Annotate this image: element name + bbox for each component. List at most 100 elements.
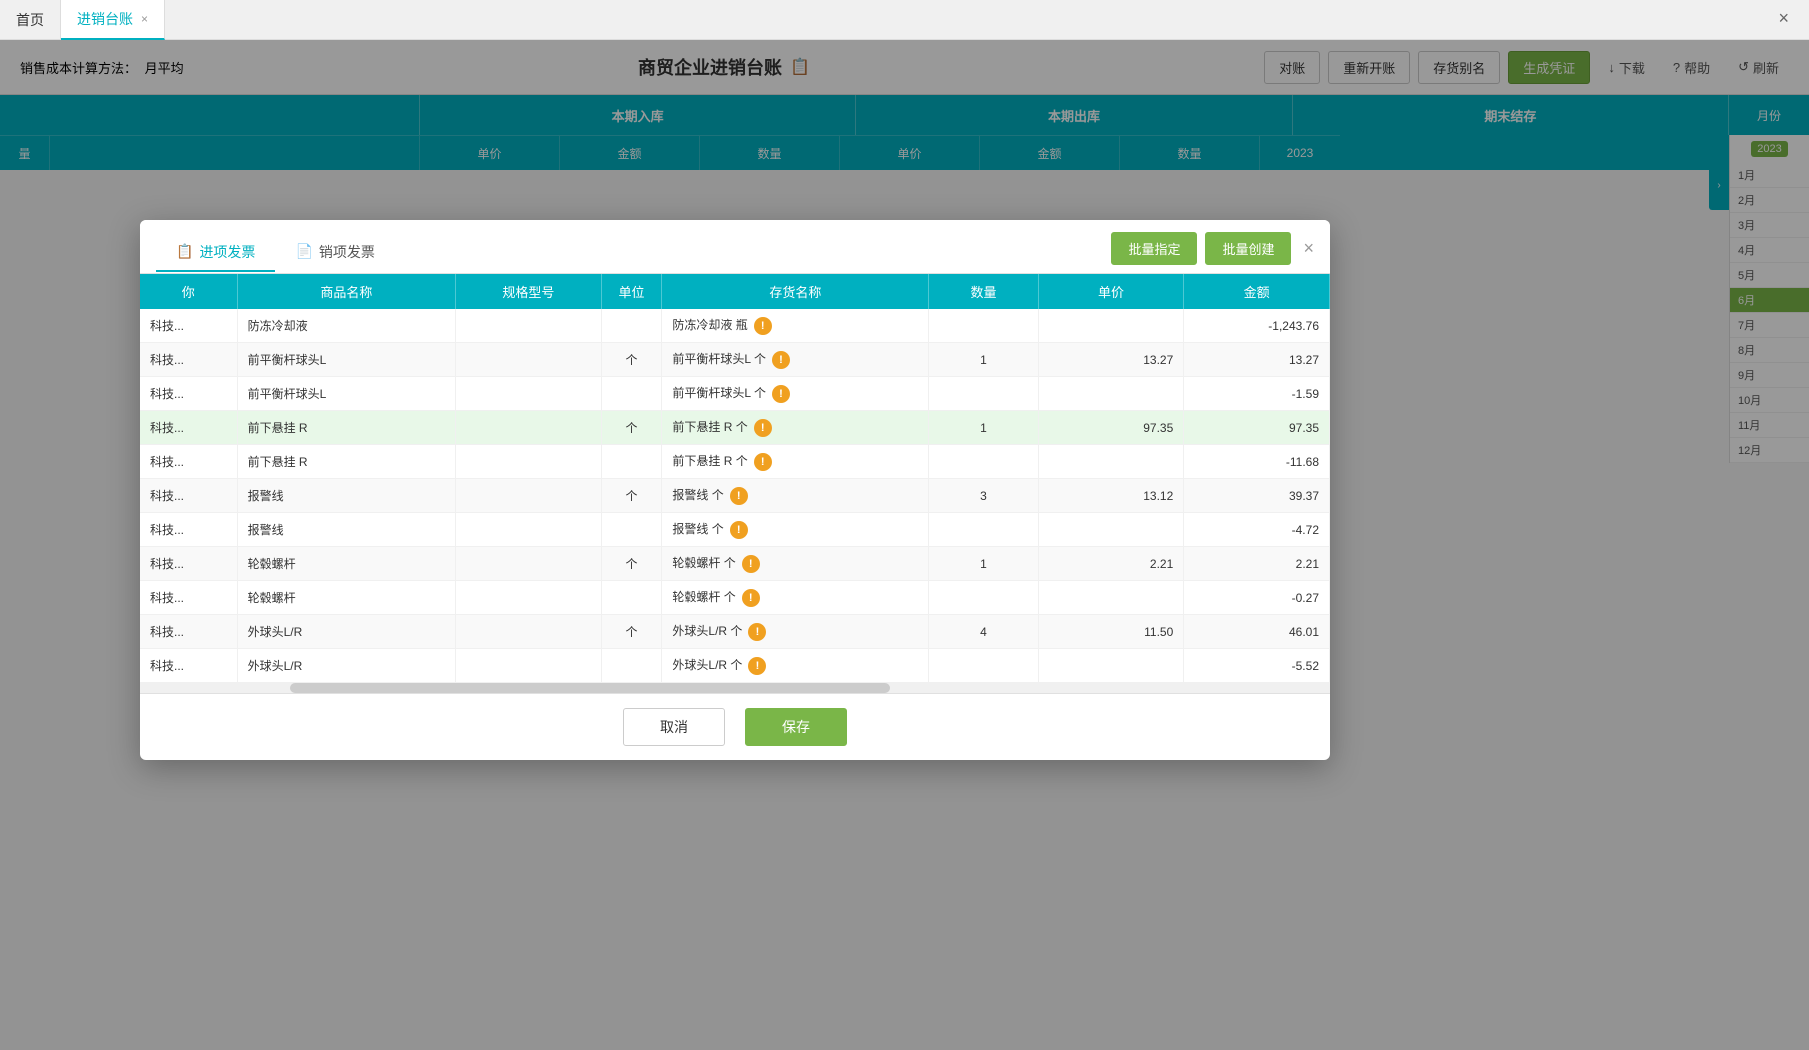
table-cell bbox=[456, 343, 602, 377]
table-cell: 科技... bbox=[140, 513, 237, 547]
table-cell bbox=[601, 377, 662, 411]
table-cell: 2.21 bbox=[1184, 547, 1330, 581]
table-row[interactable]: 科技...轮毂螺杆个轮毂螺杆 个!12.212.21 bbox=[140, 547, 1330, 581]
table-cell: 防冻冷却液 瓶! bbox=[662, 309, 929, 343]
table-cell: 外球头L/R bbox=[237, 615, 455, 649]
table-cell: 个 bbox=[601, 615, 662, 649]
table-cell: 轮毂螺杆 个! bbox=[662, 581, 929, 615]
table-row[interactable]: 科技...前下悬挂 R个前下悬挂 R 个!197.3597.35 bbox=[140, 411, 1330, 445]
tab-ledger[interactable]: 进销台账 × bbox=[61, 0, 165, 40]
warning-icon: ! bbox=[772, 351, 790, 369]
table-row[interactable]: 科技...报警线 报警线 个! -4.72 bbox=[140, 513, 1330, 547]
table-cell: 个 bbox=[601, 547, 662, 581]
dialog-header: 📋 进项发票 📄 销项发票 批量指定 批量创建 × bbox=[140, 220, 1330, 274]
table-row[interactable]: 科技...外球头L/R外球头L/R 个!-5.52 bbox=[140, 649, 1330, 683]
warning-icon: ! bbox=[730, 487, 748, 505]
table-cell: 外球头L/R 个! bbox=[662, 615, 929, 649]
table-cell bbox=[929, 649, 1038, 683]
table-cell: -5.52 bbox=[1184, 649, 1330, 683]
warning-icon: ! bbox=[742, 555, 760, 573]
table-cell: 13.27 bbox=[1038, 343, 1184, 377]
table-cell bbox=[456, 547, 602, 581]
table-row[interactable]: 科技...前平衡杆球头L前平衡杆球头L 个!-1.59 bbox=[140, 377, 1330, 411]
table-cell bbox=[929, 377, 1038, 411]
col-header-product-name: 商品名称 bbox=[237, 274, 455, 309]
table-cell: 报警线 bbox=[237, 513, 455, 547]
tab-ledger-label: 进销台账 bbox=[77, 9, 133, 29]
col-header-amount: 金额 bbox=[1184, 274, 1330, 309]
dialog-close-icon[interactable]: × bbox=[1303, 238, 1314, 267]
dialog-scroll-area[interactable]: 你 商品名称 规格型号 单位 存货名称 数量 单价 金额 科技...防冻冷却液防… bbox=[140, 274, 1330, 683]
table-cell bbox=[456, 309, 602, 343]
table-cell: 科技... bbox=[140, 377, 237, 411]
table-cell: 科技... bbox=[140, 649, 237, 683]
dialog-tabs: 📋 进项发票 📄 销项发票 bbox=[156, 234, 395, 272]
table-row[interactable]: 科技...前平衡杆球头L个前平衡杆球头L 个!113.2713.27 bbox=[140, 343, 1330, 377]
table-row[interactable]: 科技...前下悬挂 R前下悬挂 R 个!-11.68 bbox=[140, 445, 1330, 479]
table-cell: 前下悬挂 R 个! bbox=[662, 445, 929, 479]
tab-home[interactable]: 首页 bbox=[0, 0, 61, 40]
table-cell bbox=[1038, 377, 1184, 411]
table-cell: 个 bbox=[601, 479, 662, 513]
table-row[interactable]: 科技...外球头L/R个外球头L/R 个!411.5046.01 bbox=[140, 615, 1330, 649]
table-cell: 防冻冷却液 bbox=[237, 309, 455, 343]
table-cell: 科技... bbox=[140, 615, 237, 649]
table-cell bbox=[1038, 445, 1184, 479]
dialog-footer: 取消 保存 bbox=[140, 693, 1330, 760]
table-cell: 科技... bbox=[140, 547, 237, 581]
warning-icon: ! bbox=[772, 385, 790, 403]
table-cell: 97.35 bbox=[1038, 411, 1184, 445]
table-cell: 报警线 bbox=[237, 479, 455, 513]
table-cell: 科技... bbox=[140, 343, 237, 377]
col-header-spec: 规格型号 bbox=[456, 274, 602, 309]
col-header-inventory: 存货名称 bbox=[662, 274, 929, 309]
scrollbar-thumb[interactable] bbox=[290, 683, 890, 693]
table-row[interactable]: 科技...防冻冷却液 防冻冷却液 瓶! -1,243.76 bbox=[140, 309, 1330, 343]
table-cell bbox=[601, 649, 662, 683]
table-cell bbox=[929, 445, 1038, 479]
table-cell: 前平衡杆球头L 个! bbox=[662, 343, 929, 377]
table-row[interactable]: 科技...报警线个报警线 个!313.1239.37 bbox=[140, 479, 1330, 513]
table-cell: -1,243.76 bbox=[1184, 309, 1330, 343]
dialog-header-buttons: 批量指定 批量创建 bbox=[1111, 232, 1291, 273]
table-cell: -1.59 bbox=[1184, 377, 1330, 411]
col-header-you: 你 bbox=[140, 274, 237, 309]
table-cell: 39.37 bbox=[1184, 479, 1330, 513]
table-cell: 前平衡杆球头L 个! bbox=[662, 377, 929, 411]
save-button[interactable]: 保存 bbox=[745, 708, 847, 746]
tab-output-invoice[interactable]: 📄 销项发票 bbox=[275, 234, 394, 272]
table-cell: 97.35 bbox=[1184, 411, 1330, 445]
table-cell bbox=[1038, 581, 1184, 615]
table-cell: -11.68 bbox=[1184, 445, 1330, 479]
horizontal-scrollbar[interactable] bbox=[140, 683, 1330, 693]
table-cell: 科技... bbox=[140, 479, 237, 513]
dialog: 📋 进项发票 📄 销项发票 批量指定 批量创建 × 你 商品名 bbox=[140, 220, 1330, 760]
table-cell: -4.72 bbox=[1184, 513, 1330, 547]
batch-create-button[interactable]: 批量创建 bbox=[1205, 232, 1291, 265]
tab-input-invoice[interactable]: 📋 进项发票 bbox=[156, 234, 275, 272]
table-cell: 报警线 个! bbox=[662, 513, 929, 547]
warning-icon: ! bbox=[742, 589, 760, 607]
table-cell bbox=[601, 309, 662, 343]
table-cell bbox=[456, 649, 602, 683]
window-close-icon[interactable]: × bbox=[1778, 8, 1789, 29]
warning-icon: ! bbox=[730, 521, 748, 539]
invoice-table: 你 商品名称 规格型号 单位 存货名称 数量 单价 金额 科技...防冻冷却液防… bbox=[140, 274, 1330, 683]
table-cell bbox=[456, 411, 602, 445]
tab-bar: 首页 进销台账 × × bbox=[0, 0, 1809, 40]
col-header-price: 单价 bbox=[1038, 274, 1184, 309]
table-cell: 科技... bbox=[140, 309, 237, 343]
table-row[interactable]: 科技...轮毂螺杆轮毂螺杆 个!-0.27 bbox=[140, 581, 1330, 615]
table-cell: 外球头L/R bbox=[237, 649, 455, 683]
cancel-button[interactable]: 取消 bbox=[623, 708, 725, 746]
tab-ledger-close[interactable]: × bbox=[141, 12, 148, 26]
table-cell bbox=[456, 479, 602, 513]
table-cell: 前下悬挂 R bbox=[237, 445, 455, 479]
batch-assign-button[interactable]: 批量指定 bbox=[1111, 232, 1197, 265]
table-cell: 科技... bbox=[140, 411, 237, 445]
table-cell: 轮毂螺杆 bbox=[237, 547, 455, 581]
table-cell bbox=[929, 581, 1038, 615]
table-cell: 科技... bbox=[140, 581, 237, 615]
table-cell: 轮毂螺杆 bbox=[237, 581, 455, 615]
table-cell: 1 bbox=[929, 411, 1038, 445]
